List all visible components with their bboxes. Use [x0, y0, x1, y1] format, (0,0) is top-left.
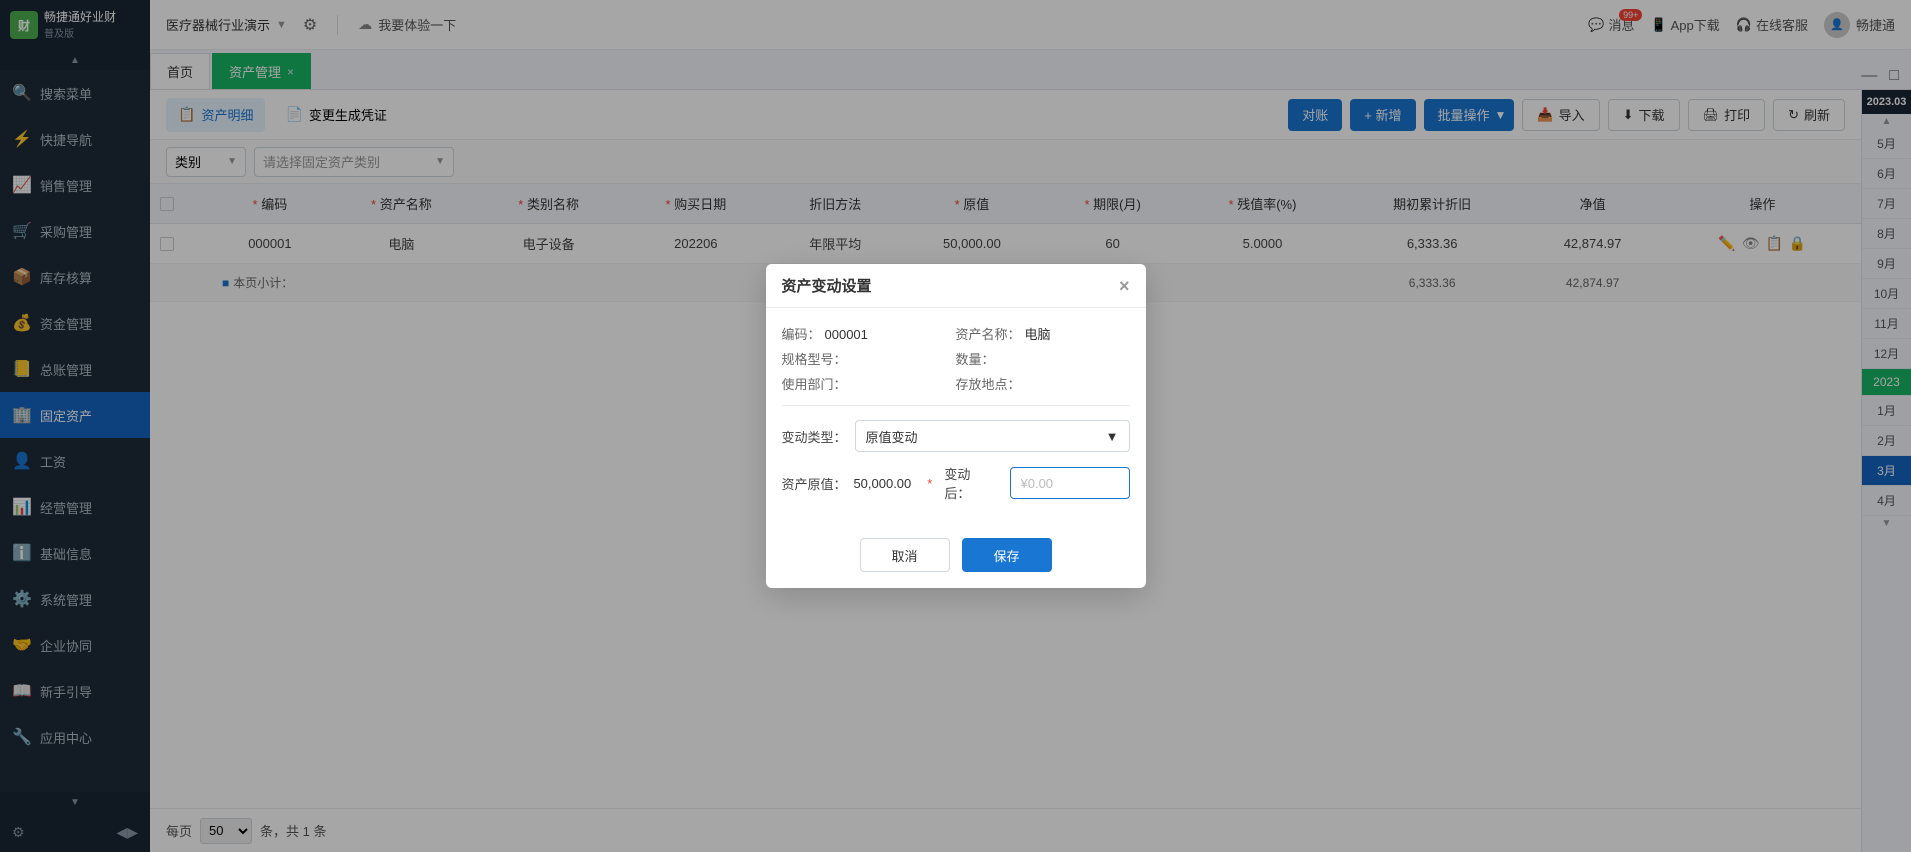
spec-label: 规格型号： — [782, 349, 847, 368]
cancel-button[interactable]: 取消 — [860, 538, 950, 572]
dialog-footer: 取消 保存 — [766, 530, 1146, 588]
dialog-info-grid: 编码： 000001 资产名称： 电脑 规格型号： 数量： 使用部门： — [782, 324, 1130, 406]
asset-change-dialog: 资产变动设置 × 编码： 000001 资产名称： 电脑 规格型号： 数量： — [766, 264, 1146, 588]
info-location: 存放地点： — [956, 374, 1130, 393]
dialog-close-icon[interactable]: × — [1119, 277, 1130, 295]
original-value-display: 50,000.00 — [853, 476, 911, 491]
info-spec: 规格型号： — [782, 349, 956, 368]
info-code: 编码： 000001 — [782, 324, 956, 343]
dialog-header: 资产变动设置 × — [766, 264, 1146, 308]
dialog-overlay[interactable]: 资产变动设置 × 编码： 000001 资产名称： 电脑 规格型号： 数量： — [0, 0, 1911, 852]
change-type-value: 原值变动 — [866, 427, 918, 446]
quantity-label: 数量： — [956, 349, 995, 368]
dialog-body: 编码： 000001 资产名称： 电脑 规格型号： 数量： 使用部门： — [766, 308, 1146, 530]
change-type-field: 变动类型： 原值变动 ▼ — [782, 420, 1130, 452]
original-value-label: 资产原值： — [782, 474, 846, 493]
info-dept: 使用部门： — [782, 374, 956, 393]
dialog-title: 资产变动设置 — [782, 275, 872, 296]
info-quantity: 数量： — [956, 349, 1130, 368]
after-change-label: 变动后： — [944, 464, 995, 502]
code-label: 编码： — [782, 324, 821, 343]
after-change-input[interactable] — [1010, 467, 1130, 499]
asset-name-value: 电脑 — [1025, 324, 1051, 343]
required-star: * — [927, 476, 932, 491]
asset-name-label: 资产名称： — [956, 324, 1021, 343]
asset-value-field: 资产原值： 50,000.00 * 变动后： — [782, 464, 1130, 502]
location-label: 存放地点： — [956, 374, 1021, 393]
change-type-chevron-icon: ▼ — [1106, 429, 1119, 444]
code-value: 000001 — [825, 327, 868, 342]
change-type-label: 变动类型： — [782, 427, 847, 446]
save-button[interactable]: 保存 — [962, 538, 1052, 572]
info-name: 资产名称： 电脑 — [956, 324, 1130, 343]
dept-label: 使用部门： — [782, 374, 847, 393]
change-type-select[interactable]: 原值变动 ▼ — [855, 420, 1130, 452]
